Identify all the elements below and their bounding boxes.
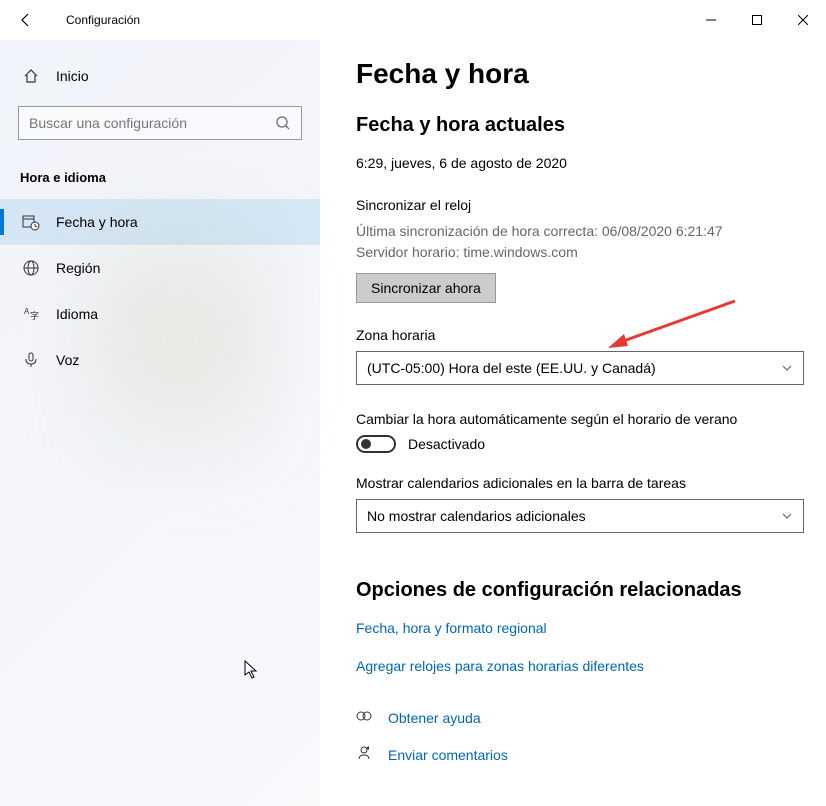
content-area: Fecha y hora Fecha y hora actuales 6:29,… [320, 40, 826, 806]
help-icon [356, 708, 372, 724]
nav-label: Fecha y hora [56, 214, 138, 230]
timezone-value: (UTC-05:00) Hora del este (EE.UU. y Cana… [367, 360, 781, 376]
sync-info: Última sincronización de hora correcta: … [356, 221, 790, 263]
close-icon [798, 15, 808, 25]
sync-heading: Sincronizar el reloj [356, 197, 790, 213]
calendars-dropdown[interactable]: No mostrar calendarios adicionales [356, 499, 804, 533]
search-icon [275, 115, 291, 131]
minimize-button[interactable] [688, 5, 734, 35]
dst-label: Cambiar la hora automáticamente según el… [356, 411, 790, 427]
nav-item-idioma[interactable]: A字 Idioma [0, 291, 320, 337]
related-heading: Opciones de configuración relacionadas [356, 579, 790, 602]
chevron-down-icon [781, 510, 793, 522]
home-icon [23, 68, 39, 84]
titlebar: Configuración [0, 0, 826, 40]
dst-state: Desactivado [408, 436, 485, 452]
current-datetime: 6:29, jueves, 6 de agosto de 2020 [356, 155, 790, 171]
home-link[interactable]: Inicio [0, 60, 320, 92]
nav-item-region[interactable]: Región [0, 245, 320, 291]
feedback-icon [356, 745, 372, 761]
toggle-knob [361, 439, 371, 449]
calendars-value: No mostrar calendarios adicionales [367, 508, 781, 524]
maximize-icon [752, 15, 762, 25]
timezone-dropdown[interactable]: (UTC-05:00) Hora del este (EE.UU. y Cana… [356, 351, 804, 385]
calendars-label: Mostrar calendarios adicionales en la ba… [356, 475, 790, 491]
back-arrow-icon [18, 12, 34, 28]
clock-calendar-icon [22, 213, 40, 231]
page-heading: Fecha y hora [356, 58, 790, 90]
timezone-label: Zona horaria [356, 327, 790, 343]
close-button[interactable] [780, 5, 826, 35]
search-field[interactable] [29, 115, 275, 131]
get-help-link[interactable]: Obtener ayuda [356, 708, 790, 727]
nav-label: Voz [56, 352, 79, 368]
help-links: Obtener ayuda Enviar comentarios [356, 708, 790, 764]
back-button[interactable] [14, 8, 38, 32]
link-add-clocks[interactable]: Agregar relojes para zonas horarias dife… [356, 658, 790, 674]
sync-now-button[interactable]: Sincronizar ahora [356, 273, 496, 303]
sidebar: Inicio Hora e idioma Fecha y hora Región… [0, 40, 320, 806]
maximize-button[interactable] [734, 5, 780, 35]
window-controls [688, 5, 826, 35]
dst-toggle-row: Desactivado [356, 435, 790, 453]
related-section: Opciones de configuración relacionadas F… [356, 579, 790, 674]
nav-item-voz[interactable]: Voz [0, 337, 320, 383]
time-server-text: Servidor horario: time.windows.com [356, 242, 790, 263]
nav-label: Idioma [56, 306, 98, 322]
section-current-heading: Fecha y hora actuales [356, 114, 790, 137]
home-label: Inicio [56, 68, 89, 84]
last-sync-text: Última sincronización de hora correcta: … [356, 221, 790, 242]
search-input[interactable] [18, 106, 302, 140]
microphone-icon [22, 351, 40, 369]
link-regional-format[interactable]: Fecha, hora y formato regional [356, 620, 790, 636]
globe-icon [22, 259, 40, 277]
nav-label: Región [56, 260, 100, 276]
sync-section: Sincronizar el reloj Última sincronizaci… [356, 197, 790, 303]
language-icon: A字 [22, 305, 40, 323]
minimize-icon [706, 15, 716, 25]
get-help-label: Obtener ayuda [388, 710, 481, 726]
feedback-label: Enviar comentarios [388, 747, 508, 763]
section-title: Hora e idioma [0, 164, 320, 199]
dst-toggle[interactable] [356, 435, 396, 453]
window-title: Configuración [66, 13, 140, 27]
nav-item-fecha-y-hora[interactable]: Fecha y hora [0, 199, 320, 245]
chevron-down-icon [781, 362, 793, 374]
feedback-link[interactable]: Enviar comentarios [356, 745, 790, 764]
svg-text:字: 字 [30, 310, 39, 321]
